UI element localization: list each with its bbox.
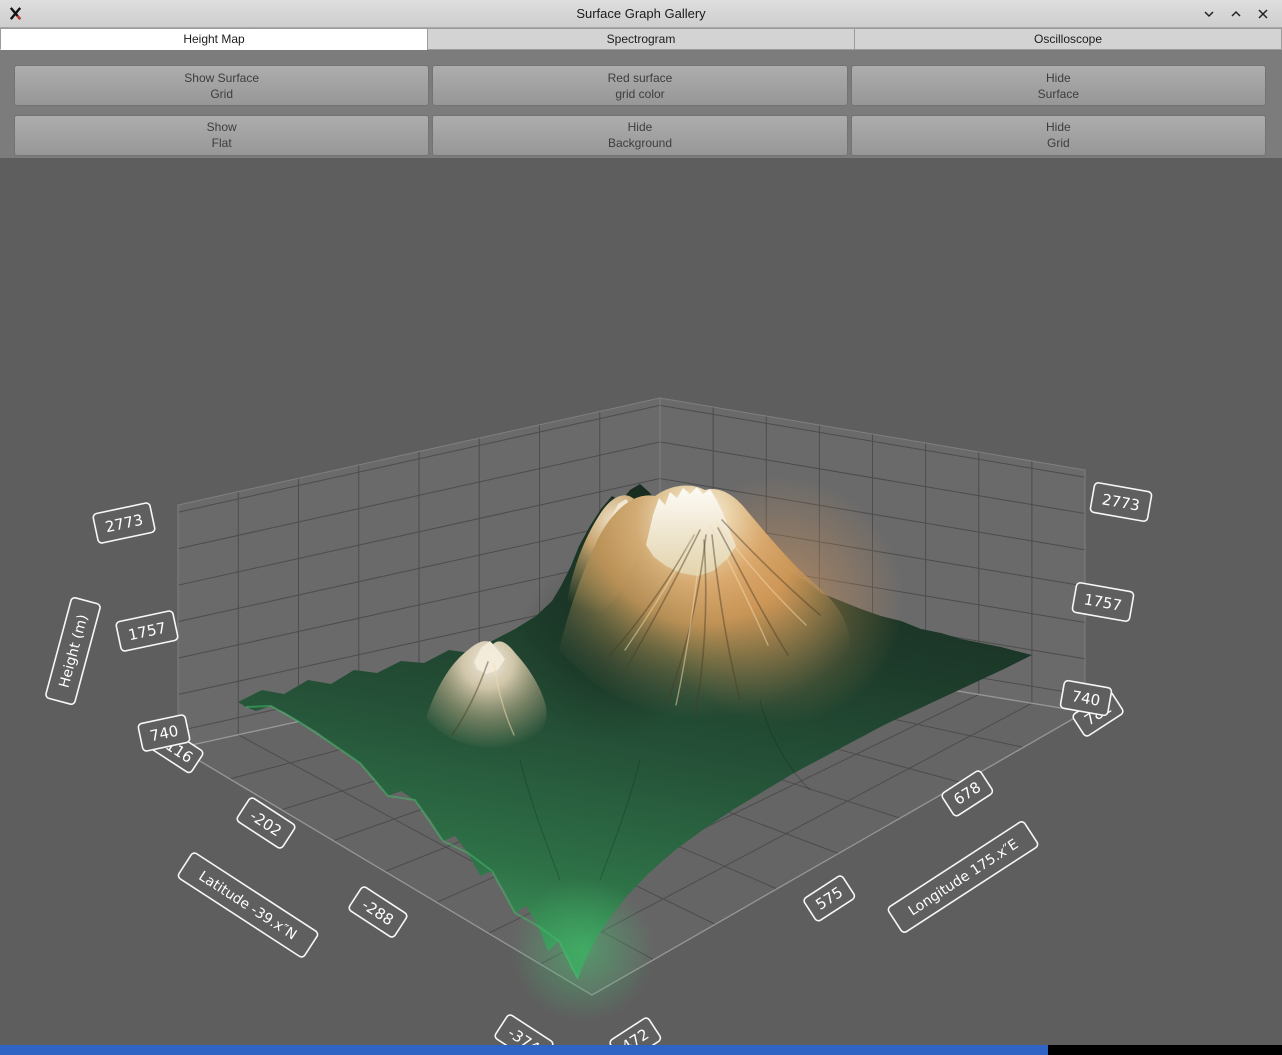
window-title: Surface Graph Gallery [0,6,1282,21]
hide-background-button[interactable]: Hide Background [432,115,847,156]
svg-text:Latitude -39.x″N: Latitude -39.x″N [196,868,300,943]
show-surface-grid-button[interactable]: Show Surface Grid [14,65,429,106]
toolbar: Show Surface Grid Red surface grid color… [0,50,1282,158]
longitude-axis-title: Longitude 175.x″E [887,820,1039,933]
titlebar[interactable]: Surface Graph Gallery [0,0,1282,28]
button-label: Hide [1046,119,1071,135]
hide-surface-button[interactable]: Hide Surface [851,65,1266,106]
button-label: Grid [210,86,233,102]
taskbar[interactable] [0,1045,1048,1055]
tab-height-map[interactable]: Height Map [0,28,428,50]
close-x-icon[interactable] [1256,7,1270,21]
hide-grid-button[interactable]: Hide Grid [851,115,1266,156]
longitude-tick: 472 [609,1017,662,1045]
tab-bar: Height Map Spectrogram Oscilloscope [0,28,1282,50]
button-label: Grid [1047,135,1070,151]
button-label: Show [207,119,237,135]
button-label: Hide [628,119,653,135]
latitude-tick: -374 [494,1014,555,1045]
height-tick-right: 2773 [1090,482,1152,522]
surface-plot-viewport[interactable]: Height (m) 2773 1757 -116 740 2773 [0,158,1282,1045]
button-label: Background [608,135,672,151]
latitude-axis-title: Latitude -39.x″N [177,852,319,959]
tab-spectrogram[interactable]: Spectrogram [427,28,855,50]
button-label: Show Surface [184,70,259,86]
height-axis-title: Height (m) [45,597,101,705]
x11-app-icon [8,6,23,21]
button-label: Red surface [608,70,673,86]
latitude-tick: -288 [348,886,409,939]
button-label: grid color [615,86,664,102]
button-label: Flat [212,135,232,151]
shade-chevron-down-icon[interactable] [1202,7,1216,21]
maximize-chevron-up-icon[interactable] [1229,7,1243,21]
app-window: Surface Graph Gallery Height Map Spectro… [0,0,1282,1055]
svg-text:Longitude 175.x″E: Longitude 175.x″E [906,836,1022,919]
show-flat-button[interactable]: Show Flat [14,115,429,156]
red-surface-grid-color-button[interactable]: Red surface grid color [432,65,847,106]
taskbar-end [1048,1045,1282,1055]
button-label: Hide [1046,70,1071,86]
height-tick-left: 1757 [116,610,179,651]
tab-oscilloscope[interactable]: Oscilloscope [854,28,1282,50]
longitude-tick: 575 [803,875,856,923]
button-label: Surface [1038,86,1079,102]
height-tick-left: 2773 [93,502,156,543]
